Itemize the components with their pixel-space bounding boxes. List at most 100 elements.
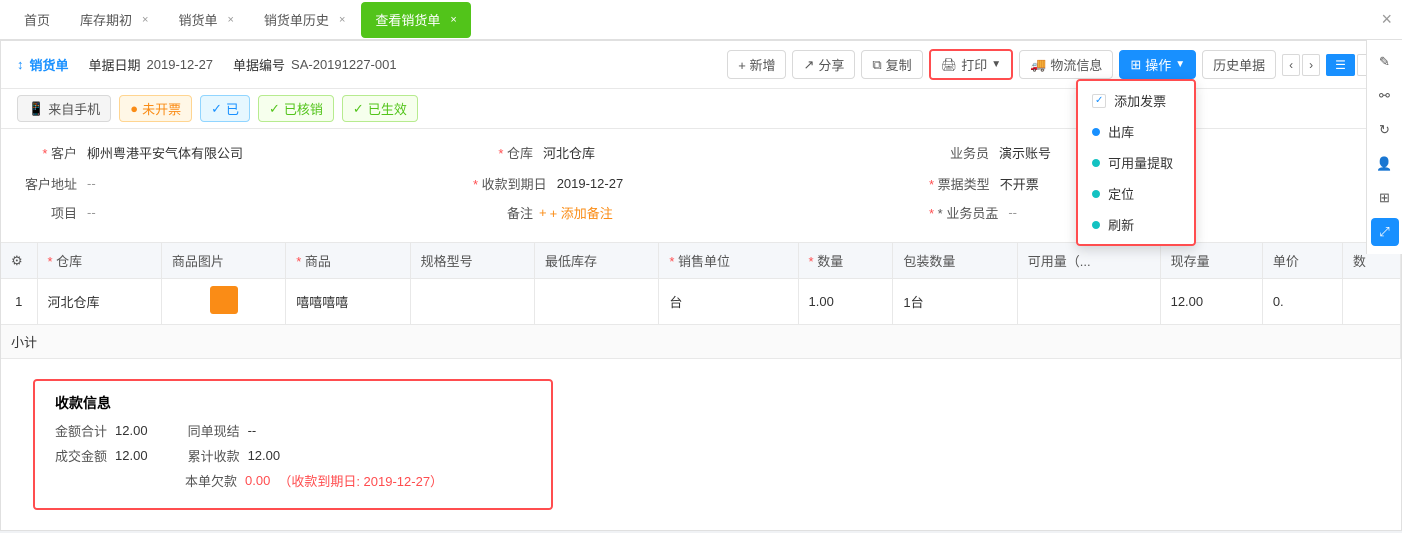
tab-sales-history-close[interactable]: × (339, 14, 345, 26)
sidebar-edit-icon[interactable]: ✎ (1371, 48, 1399, 76)
nav-next[interactable]: › (1302, 54, 1320, 76)
row-price: 0. (1262, 279, 1342, 325)
effective-btn[interactable]: ✓ 已生效 (342, 95, 418, 122)
dropdown-locate[interactable]: 定位 (1078, 178, 1194, 209)
tab-sales-history[interactable]: 销货单历史 × (250, 2, 359, 38)
doc-number-item: 单据编号 SA-20191227-001 (233, 55, 397, 74)
sidebar-link-icon[interactable]: ⚯ (1371, 82, 1399, 110)
sidebar-refresh-icon[interactable]: ↻ (1371, 116, 1399, 144)
not-opened-btn[interactable]: ● 未开票 (119, 95, 192, 122)
logistics-icon: 🚚 (1030, 57, 1046, 73)
confirm-icon: ✓ (211, 101, 222, 117)
new-button[interactable]: + 新增 (727, 50, 786, 79)
row-spec (410, 279, 534, 325)
payment-row-2: 成交金额 12.00 累计收款 12.00 (55, 446, 531, 465)
tab-inventory[interactable]: 库存期初 × (66, 2, 162, 38)
payment-date-label: 收款到期日 (473, 174, 547, 193)
th-qty: 数量 (798, 243, 893, 279)
sidebar-user-icon[interactable]: 👤 (1371, 150, 1399, 178)
copy-button[interactable]: ⧉ 复制 (861, 50, 922, 79)
new-label: + 新增 (738, 55, 775, 74)
tab-sales-history-label: 销货单历史 (264, 10, 329, 29)
row-image (161, 279, 285, 325)
add-note-btn[interactable]: + + 添加备注 (539, 203, 613, 222)
effective-label: 已生效 (368, 99, 407, 118)
owed-label: 本单欠款 (185, 471, 237, 490)
row-current-stock: 12.00 (1160, 279, 1262, 325)
refresh-dot (1092, 221, 1100, 229)
doc-header-left: ↕ 销货单 单据日期 2019-12-27 单据编号 SA-20191227-0… (17, 55, 397, 74)
subtotal-label: 小计 (11, 335, 37, 350)
tab-home[interactable]: 首页 (10, 2, 64, 38)
window-close-icon[interactable]: × (1381, 9, 1392, 30)
same-order-item: 同单现结 -- (188, 421, 257, 440)
cumulative-value: 12.00 (248, 448, 281, 463)
owed-item: 本单欠款 0.00 （收款到期日: 2019-12-27） (185, 471, 443, 490)
print-button[interactable]: 🖨 打印 ▼ (929, 49, 1013, 80)
th-pack-qty: 包装数量 (893, 243, 1017, 279)
operations-dropdown: ✓ 添加发票 出库 可用量提取 定位 (1076, 79, 1196, 246)
from-mobile-btn[interactable]: 📱 来自手机 (17, 95, 111, 122)
confirm-btn[interactable]: ✓ 已 (200, 95, 250, 122)
doc-title: ↕ 销货单 (17, 55, 69, 74)
row-min-stock (535, 279, 659, 325)
tab-sales-close[interactable]: × (227, 14, 233, 26)
nav-prev[interactable]: ‹ (1282, 54, 1300, 76)
operations-button[interactable]: ⊞ 操作 ▼ (1119, 50, 1196, 79)
history-button[interactable]: 历史单据 (1202, 50, 1276, 79)
th-image: 商品图片 (161, 243, 285, 279)
cumulative-item: 累计收款 12.00 (188, 446, 281, 465)
owed-note: （收款到期日: 2019-12-27） (278, 471, 443, 490)
th-available: 可用量（... (1017, 243, 1160, 279)
same-order-value: -- (248, 423, 257, 438)
project-field: 项目 -- (17, 203, 473, 222)
row-product: 嘻嘻嘻嘻 (286, 279, 410, 325)
th-price: 单价 (1262, 243, 1342, 279)
staff2-label: * 业务员盂 (929, 203, 998, 222)
dropdown-outbound[interactable]: 出库 (1078, 116, 1194, 147)
ticket-icon: ● (130, 101, 138, 116)
dropdown-available-qty[interactable]: 可用量提取 (1078, 147, 1194, 178)
add-invoice-checkbox[interactable]: ✓ (1092, 94, 1106, 108)
dropdown-refresh[interactable]: 刷新 (1078, 209, 1194, 240)
doc-date-label: 单据日期 (89, 55, 141, 74)
staff2-value: -- (1004, 203, 1021, 222)
logistics-button[interactable]: 🚚 物流信息 (1019, 50, 1113, 79)
tab-sales-label: 销货单 (178, 10, 217, 29)
list-view-btn[interactable]: ☰ (1326, 54, 1355, 76)
right-sidebar: ✎ ⚯ ↻ 👤 ⊞ ⤢ (1366, 40, 1402, 254)
tab-bar: 首页 库存期初 × 销货单 × 销货单历史 × 查看销货单 × × (0, 0, 1402, 40)
dropdown-add-invoice[interactable]: ✓ 添加发票 (1078, 85, 1194, 116)
main-content: ↕ 销货单 单据日期 2019-12-27 单据编号 SA-20191227-0… (0, 40, 1402, 531)
cumulative-label: 累计收款 (188, 446, 240, 465)
warehouse-field: 仓库 河北仓库 (473, 141, 929, 164)
status-bar-left: 📱 来自手机 ● 未开票 ✓ 已 ✓ 已核销 ✓ 已生效 (17, 95, 418, 122)
row-available (1017, 279, 1160, 325)
copy-label: 复制 (886, 55, 912, 74)
tab-inventory-close[interactable]: × (142, 14, 148, 26)
locate-label: 定位 (1108, 184, 1134, 203)
data-table: ⚙ 仓库 商品图片 商品 规格型号 最低库存 销售单位 数量 包装数量 可用量（… (1, 242, 1401, 359)
project-value: -- (83, 203, 100, 222)
deal-label: 成交金额 (55, 446, 107, 465)
tab-view-sales[interactable]: 查看销货单 × (361, 2, 470, 38)
operations-dropdown-arrow: ▼ (1175, 59, 1185, 70)
row-pack-qty: 1台 (893, 279, 1017, 325)
address-label: 客户地址 (17, 174, 77, 193)
bottom-section: 收款信息 金额合计 12.00 同单现结 -- 成交金额 12.00 累计收款 (1, 359, 1401, 530)
tab-view-sales-close[interactable]: × (450, 14, 456, 26)
tab-inventory-label: 库存期初 (80, 10, 132, 29)
sidebar-expand-icon[interactable]: ⤢ (1371, 218, 1399, 246)
ticket-label: 票据类型 (929, 174, 990, 193)
effective-icon: ✓ (353, 101, 364, 117)
tab-sales[interactable]: 销货单 × (164, 2, 247, 38)
add-invoice-label: 添加发票 (1114, 91, 1166, 110)
share-label: 分享 (818, 55, 844, 74)
share-button[interactable]: ↗ 分享 (792, 50, 855, 79)
sidebar-grid-icon[interactable]: ⊞ (1371, 184, 1399, 212)
operations-label: 操作 (1145, 55, 1171, 74)
outbound-dot (1092, 128, 1100, 136)
customer-label: 客户 (17, 143, 77, 162)
cancelled-btn[interactable]: ✓ 已核销 (258, 95, 334, 122)
print-wrapper: 🖨 打印 ▼ (929, 49, 1013, 80)
